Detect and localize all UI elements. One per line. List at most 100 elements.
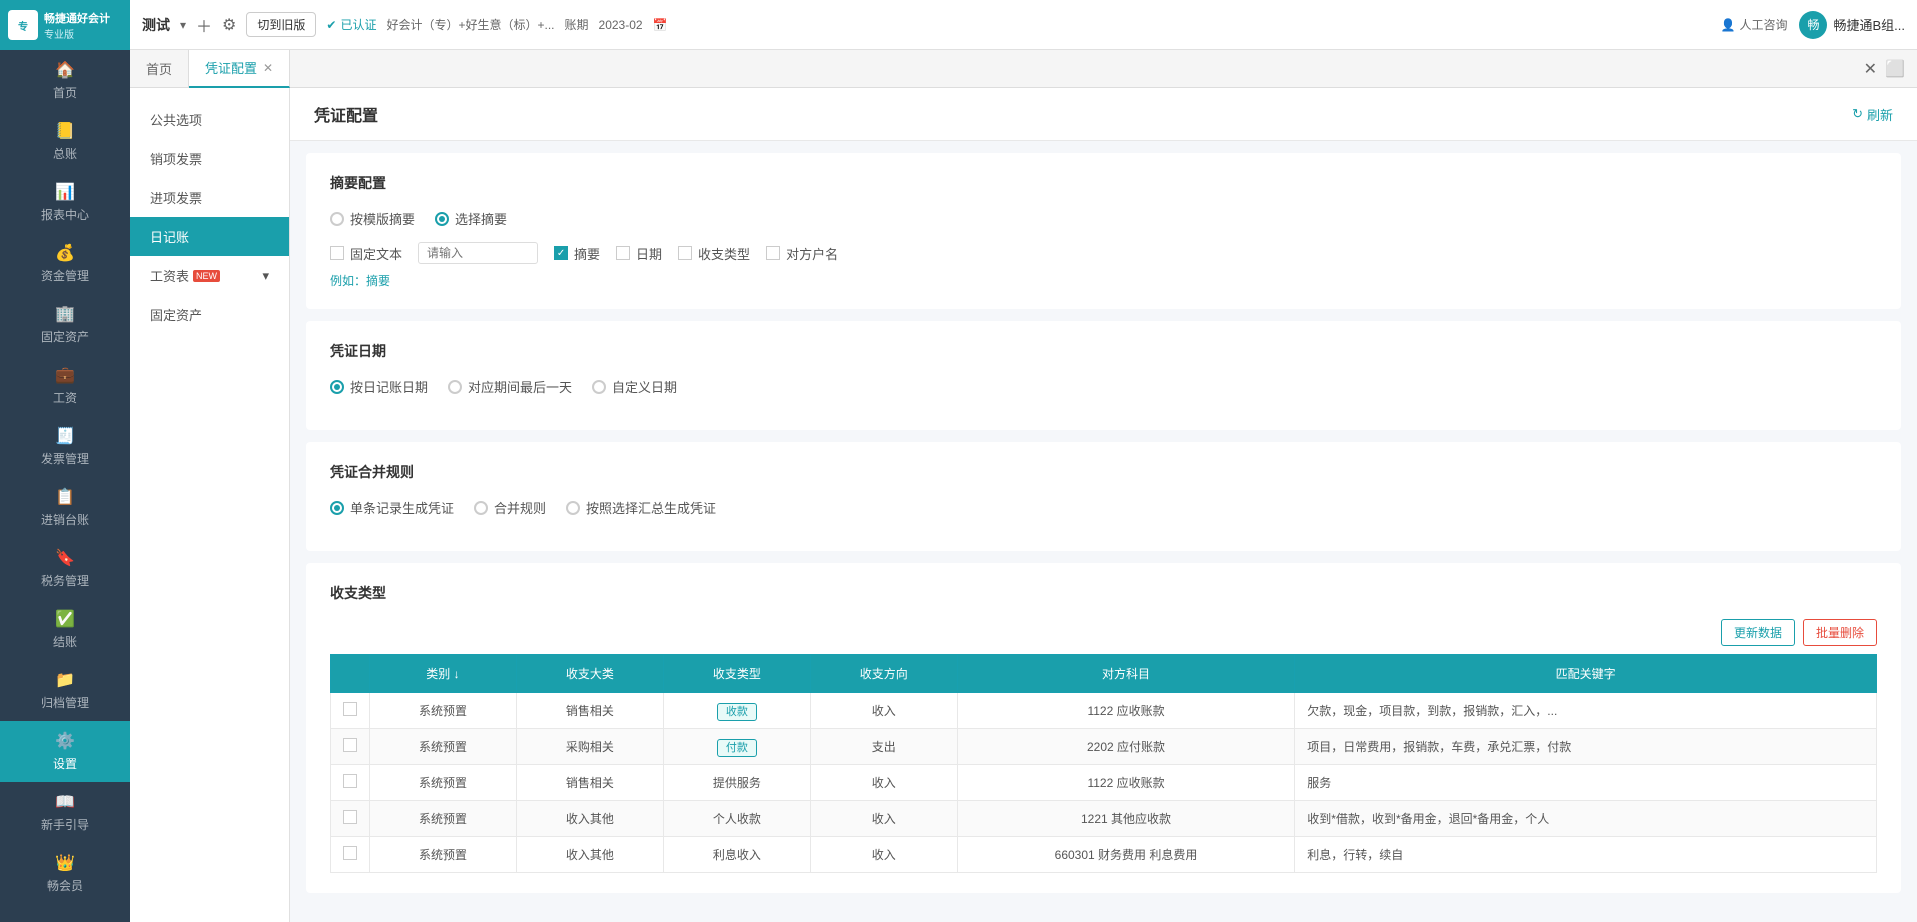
topbar-settings-btn[interactable]: ⚙ xyxy=(222,15,236,35)
sidebar-item-settings[interactable]: ⚙️设置 xyxy=(0,721,130,782)
summary-radio-template[interactable]: 按模版摘要 xyxy=(330,209,415,228)
maximize-tab-btn[interactable]: ⬜ xyxy=(1885,59,1905,79)
sidebar-icon-reports: 📊 xyxy=(55,182,75,202)
sidebar-icon-tax: 🔖 xyxy=(55,548,75,568)
sidebar-item-guide[interactable]: 📖新手引导 xyxy=(0,782,130,843)
counterparty-checkbox[interactable]: 对方户名 xyxy=(766,244,838,263)
row-checkbox-cell[interactable] xyxy=(331,729,370,765)
date-checkbox[interactable]: 日期 xyxy=(616,244,662,263)
row-keywords-0: 欠款，现金，项目款，到款，报销款，汇入，... xyxy=(1295,693,1877,729)
row-checkbox-0[interactable] xyxy=(343,702,357,716)
row-checkbox-cell[interactable] xyxy=(331,801,370,837)
row-checkbox-1[interactable] xyxy=(343,738,357,752)
sidebar-icon-ledger: 📒 xyxy=(55,121,75,141)
left-nav-item-公共选项[interactable]: 公共选项 xyxy=(130,100,289,139)
income-type-checkbox[interactable]: 收支类型 xyxy=(678,244,750,263)
tab-voucher-config[interactable]: 凭证配置 ✕ xyxy=(189,50,290,88)
table-row: 系统预置 销售相关 收款 收入 1122 应收账款 欠款，现金，项目款，到款，报… xyxy=(331,693,1877,729)
sidebar-icon-member: 👑 xyxy=(55,853,75,873)
left-nav-item-工资表[interactable]: 工资表 NEW ▾ xyxy=(130,256,289,295)
th-account: 对方科目 xyxy=(957,655,1295,693)
row-checkbox-2[interactable] xyxy=(343,774,357,788)
sidebar-item-settle[interactable]: ✅结账 xyxy=(0,599,130,660)
summary-section-title: 摘要配置 xyxy=(330,173,1877,193)
merge-radio-total[interactable]: 按照选择汇总生成凭证 xyxy=(566,498,716,517)
date-section-title: 凭证日期 xyxy=(330,341,1877,361)
sidebar-item-assets[interactable]: 🏢固定资产 xyxy=(0,294,130,355)
date-radio-last-day[interactable]: 对应期间最后一天 xyxy=(448,377,572,396)
row-checkbox-cell[interactable] xyxy=(331,693,370,729)
th-checkbox[interactable] xyxy=(331,655,370,693)
left-nav-item-固定资产[interactable]: 固定资产 xyxy=(130,295,289,334)
date-radio-custom[interactable]: 自定义日期 xyxy=(592,377,677,396)
row-type-tag-0[interactable]: 收款 xyxy=(717,703,757,721)
close-tab-btn[interactable]: ✕ xyxy=(1864,59,1877,79)
row-type-3: 个人收款 xyxy=(663,801,810,837)
merge-radio-single[interactable]: 单条记录生成凭证 xyxy=(330,498,454,517)
batch-delete-btn[interactable]: 批量删除 xyxy=(1803,619,1877,646)
row-type-tag-1[interactable]: 付款 xyxy=(717,739,757,757)
fixed-text-input[interactable] xyxy=(418,242,538,264)
fixed-text-checkbox[interactable]: 固定文本 xyxy=(330,244,402,263)
user-avatar: 畅 xyxy=(1799,11,1827,39)
tab-close-btn[interactable]: ✕ xyxy=(263,61,273,75)
user-menu[interactable]: 畅 畅捷通B组... xyxy=(1799,11,1905,39)
header-checkbox[interactable] xyxy=(343,665,357,679)
row-major-1: 采购相关 xyxy=(516,729,663,765)
sidebar-item-reports[interactable]: 📊报表中心 xyxy=(0,172,130,233)
switch-version-btn[interactable]: 切到旧版 xyxy=(246,12,316,37)
consult-icon: 👤 xyxy=(1721,18,1736,32)
sidebar-item-purchase[interactable]: 📋进销台账 xyxy=(0,477,130,538)
row-major-0: 销售相关 xyxy=(516,693,663,729)
sidebar-item-funds[interactable]: 💰资金管理 xyxy=(0,233,130,294)
fixed-text-box xyxy=(330,246,344,260)
sidebar-item-home[interactable]: 🏠首页 xyxy=(0,50,130,111)
sidebar-icon-settings: ⚙️ xyxy=(55,731,75,751)
table-row: 系统预置 收入其他 个人收款 收入 1221 其他应收款 收到*借款，收到*备用… xyxy=(331,801,1877,837)
sidebar-item-payroll[interactable]: 💼工资 xyxy=(0,355,130,416)
radio-journal-circle xyxy=(330,380,344,394)
refresh-btn[interactable]: ↻ 刷新 xyxy=(1852,105,1893,124)
row-category-2: 系统预置 xyxy=(370,765,517,801)
merge-radio-rule[interactable]: 合并规则 xyxy=(474,498,546,517)
sidebar-item-archive[interactable]: 📁归档管理 xyxy=(0,660,130,721)
income-section: 收支类型 更新数据 批量删除 类别 ↓ xyxy=(306,563,1901,893)
row-checkbox-3[interactable] xyxy=(343,810,357,824)
sidebar-icon-invoice_mgmt: 🧾 xyxy=(55,426,75,446)
left-nav-item-销项发票[interactable]: 销项发票 xyxy=(130,139,289,178)
tab-home[interactable]: 首页 xyxy=(130,50,189,88)
row-keywords-3: 收到*借款，收到*备用金，退回*备用金，个人 xyxy=(1295,801,1877,837)
row-category-4: 系统预置 xyxy=(370,837,517,873)
left-nav-item-日记账[interactable]: 日记账 xyxy=(130,217,289,256)
sidebar-icon-settle: ✅ xyxy=(55,609,75,629)
left-nav-item-进项发票[interactable]: 进项发票 xyxy=(130,178,289,217)
summary-checkbox[interactable]: ✓ 摘要 xyxy=(554,244,600,263)
topbar-dropdown[interactable]: ▾ xyxy=(180,18,186,32)
consult-btn[interactable]: 👤 人工咨询 xyxy=(1721,16,1788,33)
merge-section-title: 凭证合并规则 xyxy=(330,462,1877,482)
income-section-title: 收支类型 xyxy=(330,583,1877,603)
sidebar-item-member[interactable]: 👑畅会员 xyxy=(0,843,130,904)
radio-rule-circle xyxy=(474,501,488,515)
update-data-btn[interactable]: 更新数据 xyxy=(1721,619,1795,646)
topbar-period-label: 账期 xyxy=(565,16,589,33)
th-major: 收支大类 xyxy=(516,655,663,693)
arrow-icon: ▾ xyxy=(262,268,269,284)
sidebar-item-tax[interactable]: 🔖税务管理 xyxy=(0,538,130,599)
sidebar-item-ledger[interactable]: 📒总账 xyxy=(0,111,130,172)
date-radio-journal[interactable]: 按日记账日期 xyxy=(330,377,428,396)
radio-total-circle xyxy=(566,501,580,515)
topbar-add-btn[interactable]: ＋ xyxy=(196,13,212,37)
row-type-1: 付款 xyxy=(663,729,810,765)
summary-radio-select[interactable]: 选择摘要 xyxy=(435,209,507,228)
th-type: 收支类型 xyxy=(663,655,810,693)
row-category-3: 系统预置 xyxy=(370,801,517,837)
row-checkbox-cell[interactable] xyxy=(331,765,370,801)
row-checkbox-cell[interactable] xyxy=(331,837,370,873)
row-checkbox-4[interactable] xyxy=(343,846,357,860)
sidebar-item-invoice_mgmt[interactable]: 🧾发票管理 xyxy=(0,416,130,477)
row-type-0: 收款 xyxy=(663,693,810,729)
row-type-2: 提供服务 xyxy=(663,765,810,801)
income-table: 类别 ↓ 收支大类 收支类型 收支方向 对方科目 匹配关键字 系统预 xyxy=(330,654,1877,873)
calendar-icon[interactable]: 📅 xyxy=(653,18,668,32)
